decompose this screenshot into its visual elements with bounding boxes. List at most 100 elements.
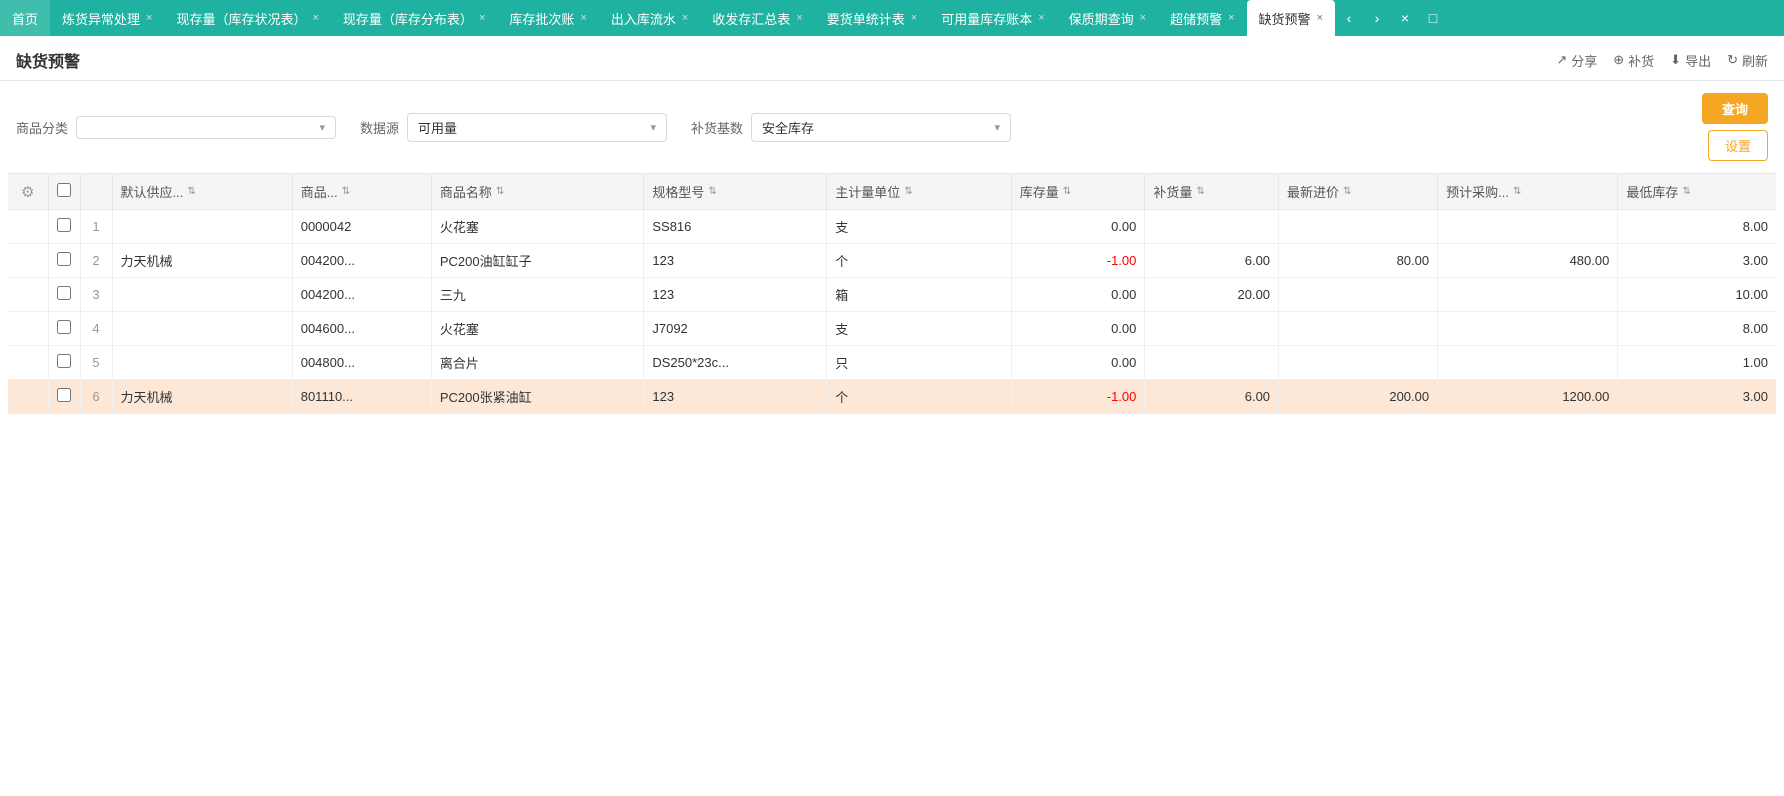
- th-default-supplier[interactable]: 默认供应... ⇅: [112, 174, 292, 210]
- tab-首页[interactable]: 首页: [0, 0, 50, 36]
- row-checkbox-cell: [48, 346, 80, 380]
- export-button[interactable]: ⬇ 导出: [1670, 51, 1711, 70]
- row-stock-qty: 0.00: [1011, 278, 1145, 312]
- close-tab-6[interactable]: ×: [796, 12, 802, 24]
- row-product-name: 离合片: [431, 346, 643, 380]
- tab-出入库流水[interactable]: 出入库流水 ×: [599, 0, 700, 36]
- datasource-dropdown-icon: ▾: [651, 121, 657, 134]
- row-est-purchase: [1438, 278, 1618, 312]
- close-all-button[interactable]: ×: [1391, 0, 1419, 36]
- query-button[interactable]: 查询: [1702, 93, 1768, 124]
- th-unit[interactable]: 主计量单位 ⇅: [827, 174, 1011, 210]
- th-replenish-qty[interactable]: 补货量 ⇅: [1145, 174, 1279, 210]
- row-min-stock: 10.00: [1618, 278, 1776, 312]
- th-gear: ⚙: [8, 174, 48, 210]
- th-spec[interactable]: 规格型号 ⇅: [644, 174, 827, 210]
- category-select[interactable]: ▾: [76, 116, 336, 139]
- row-latest-price: 80.00: [1279, 244, 1438, 278]
- datasource-label: 数据源: [360, 118, 399, 137]
- table-header-row: ⚙ 默认供应... ⇅ 商品...: [8, 174, 1776, 210]
- close-tab-10[interactable]: ×: [1228, 12, 1234, 24]
- row-est-purchase: [1438, 346, 1618, 380]
- close-tab-3[interactable]: ×: [479, 12, 485, 24]
- tab-库存批次账[interactable]: 库存批次账 ×: [497, 0, 598, 36]
- row-spec: 123: [644, 380, 827, 414]
- row-latest-price: [1279, 278, 1438, 312]
- close-tab-7[interactable]: ×: [911, 12, 917, 24]
- close-tab-1[interactable]: ×: [146, 12, 152, 24]
- row-est-purchase: 1200.00: [1438, 380, 1618, 414]
- tab-缺货预警[interactable]: 缺货预警 ×: [1247, 0, 1335, 36]
- datasource-select[interactable]: 可用量 ▾: [407, 113, 667, 142]
- tab-炼货异常处理[interactable]: 炼货异常处理 ×: [50, 0, 164, 36]
- maximize-button[interactable]: □: [1419, 0, 1447, 36]
- row-supplier: [112, 278, 292, 312]
- row-unit: 只: [827, 346, 1011, 380]
- row-product-code: 004200...: [292, 244, 431, 278]
- row-checkbox-3[interactable]: [57, 320, 71, 334]
- th-est-purchase[interactable]: 预计采购... ⇅: [1438, 174, 1618, 210]
- row-unit: 箱: [827, 278, 1011, 312]
- th-latest-price[interactable]: 最新进价 ⇅: [1279, 174, 1438, 210]
- close-tab-9[interactable]: ×: [1140, 12, 1146, 24]
- tab-现存量库存状况表[interactable]: 现存量（库存状况表） ×: [164, 0, 330, 36]
- replenish-icon: ⊕: [1613, 52, 1624, 68]
- replenish-button[interactable]: ⊕ 补货: [1613, 51, 1654, 70]
- row-supplier: [112, 312, 292, 346]
- tab-prev-button[interactable]: ‹: [1335, 0, 1363, 36]
- row-stock-qty: 0.00: [1011, 346, 1145, 380]
- tab-保质期查询[interactable]: 保质期查询 ×: [1057, 0, 1158, 36]
- close-tab-2[interactable]: ×: [312, 12, 318, 24]
- filter-bar: 商品分类 ▾ 数据源 可用量 ▾ 补货基数 安全库存 ▾ 查询 设置: [0, 81, 1784, 173]
- row-supplier: [112, 210, 292, 244]
- close-tab-5[interactable]: ×: [682, 12, 688, 24]
- price-sort-icon: ⇅: [1343, 186, 1351, 197]
- row-checkbox-4[interactable]: [57, 354, 71, 368]
- row-checkbox-cell: [48, 210, 80, 244]
- close-tab-4[interactable]: ×: [580, 12, 586, 24]
- settings-button[interactable]: 设置: [1708, 130, 1768, 161]
- filter-datasource: 数据源 可用量 ▾: [360, 113, 667, 142]
- refresh-button[interactable]: ↻ 刷新: [1727, 51, 1768, 70]
- close-tab-11[interactable]: ×: [1317, 12, 1323, 24]
- th-stock-qty[interactable]: 库存量 ⇅: [1011, 174, 1145, 210]
- name-sort-icon: ⇅: [496, 186, 504, 197]
- table-container: ⚙ 默认供应... ⇅ 商品...: [0, 173, 1784, 422]
- row-spec: SS816: [644, 210, 827, 244]
- table-settings-icon[interactable]: ⚙: [21, 184, 34, 201]
- tab-要货单统计表[interactable]: 要货单统计表 ×: [815, 0, 929, 36]
- row-checkbox-1[interactable]: [57, 252, 71, 266]
- refresh-icon: ↻: [1727, 52, 1738, 68]
- tab-可用量库存账本[interactable]: 可用量库存账本 ×: [929, 0, 1056, 36]
- row-gear-cell: [8, 278, 48, 312]
- th-product-name[interactable]: 商品名称 ⇅: [431, 174, 643, 210]
- row-gear-cell: [8, 210, 48, 244]
- th-product-code[interactable]: 商品... ⇅: [292, 174, 431, 210]
- row-checkbox-5[interactable]: [57, 388, 71, 402]
- row-gear-cell: [8, 346, 48, 380]
- row-replenish-qty: [1145, 210, 1279, 244]
- header-actions: ↗ 分享 ⊕ 补货 ⬇ 导出 ↻ 刷新: [1556, 51, 1768, 70]
- select-all-checkbox[interactable]: [57, 183, 71, 197]
- row-product-code: 004600...: [292, 312, 431, 346]
- row-est-purchase: [1438, 210, 1618, 244]
- row-product-code: 0000042: [292, 210, 431, 244]
- share-button[interactable]: ↗ 分享: [1556, 51, 1597, 70]
- tab-收发存汇总表[interactable]: 收发存汇总表 ×: [700, 0, 814, 36]
- row-product-code: 004800...: [292, 346, 431, 380]
- th-min-stock[interactable]: 最低库存 ⇅: [1618, 174, 1776, 210]
- replenish-base-select[interactable]: 安全库存 ▾: [751, 113, 1011, 142]
- row-unit: 个: [827, 244, 1011, 278]
- row-latest-price: [1279, 346, 1438, 380]
- tab-bar: 首页 炼货异常处理 × 现存量（库存状况表） × 现存量（库存分布表） × 库存…: [0, 0, 1784, 36]
- tab-next-button[interactable]: ›: [1363, 0, 1391, 36]
- row-checkbox-0[interactable]: [57, 218, 71, 232]
- tab-超储预警[interactable]: 超储预警 ×: [1158, 0, 1246, 36]
- close-tab-8[interactable]: ×: [1038, 12, 1044, 24]
- tab-现存量库存分布表[interactable]: 现存量（库存分布表） ×: [331, 0, 497, 36]
- row-gear-cell: [8, 312, 48, 346]
- row-product-name: 火花塞: [431, 312, 643, 346]
- replenish-base-value: 安全库存: [762, 118, 814, 137]
- row-gear-cell: [8, 244, 48, 278]
- row-checkbox-2[interactable]: [57, 286, 71, 300]
